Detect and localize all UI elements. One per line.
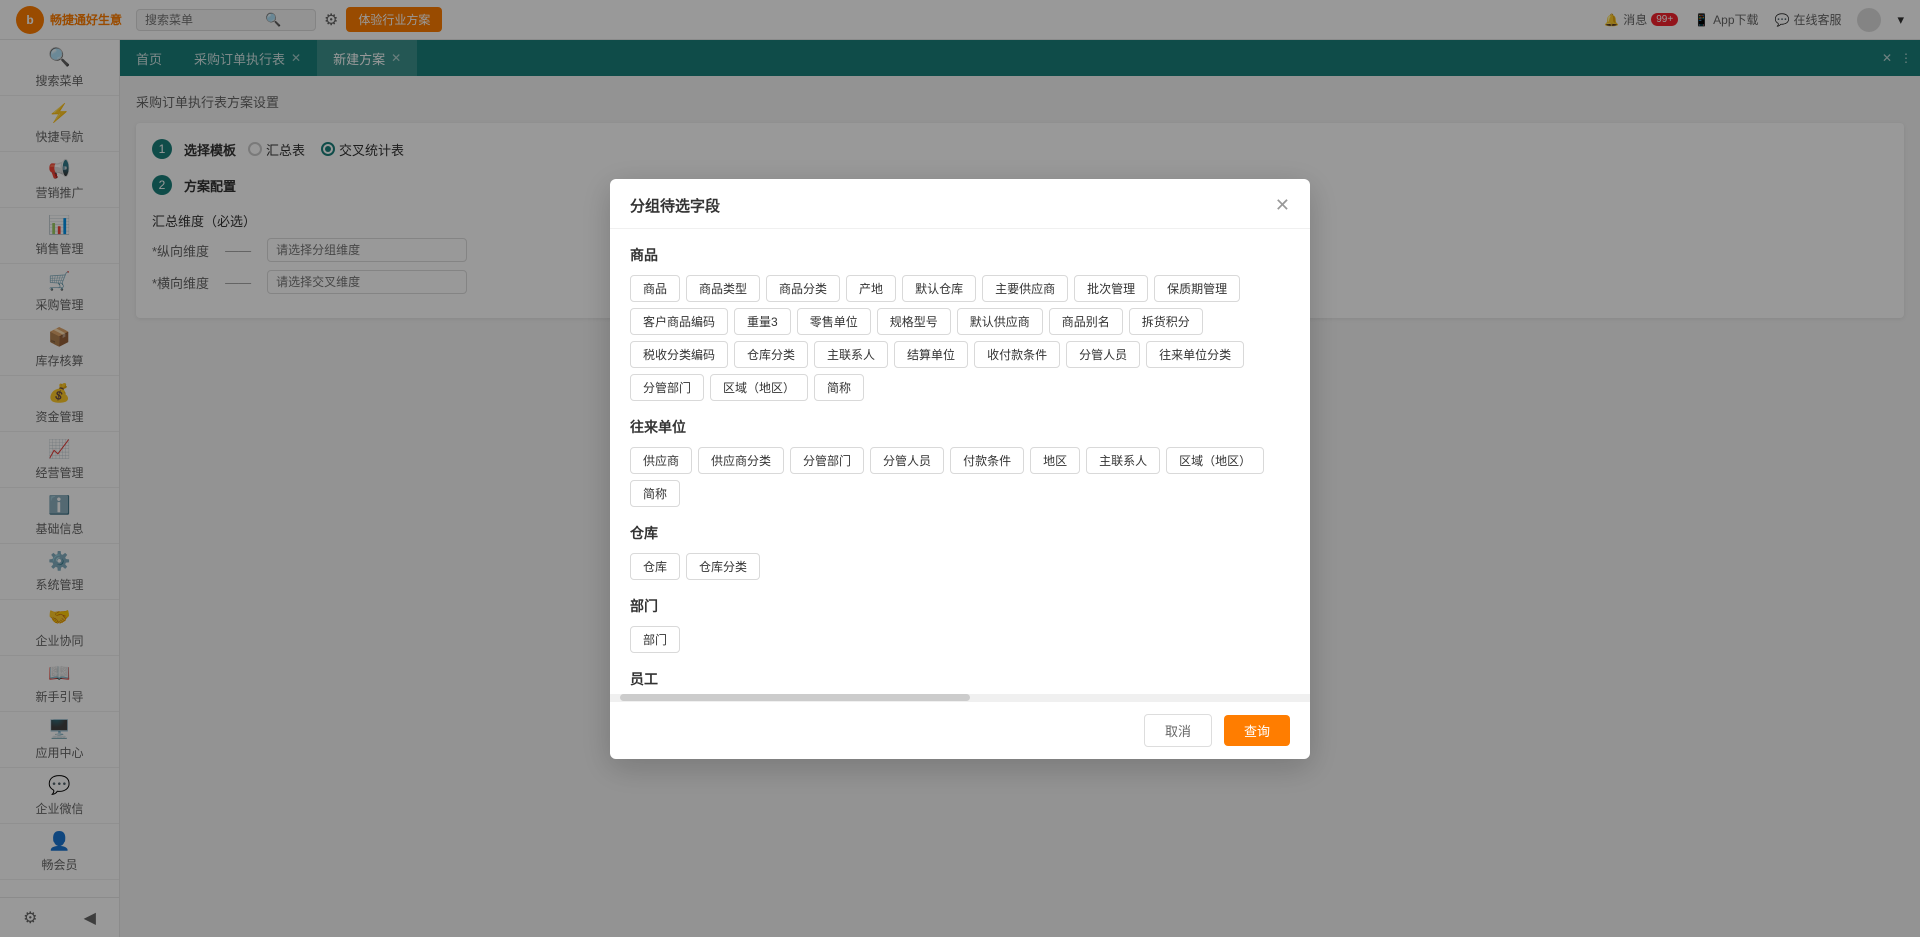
field-tag-1-4[interactable]: 付款条件 <box>950 447 1024 474</box>
modal-body[interactable]: 商品 商品商品类型商品分类产地默认仓库主要供应商批次管理保质期管理客户商品编码重… <box>610 229 1310 695</box>
modal-footer: 取消 查询 <box>610 701 1310 759</box>
field-tag-2-0[interactable]: 仓库 <box>630 553 680 580</box>
field-tag-0-10[interactable]: 零售单位 <box>797 308 871 335</box>
field-tag-0-20[interactable]: 分管人员 <box>1066 341 1140 368</box>
field-tag-0-9[interactable]: 重量3 <box>734 308 791 335</box>
field-tag-1-8[interactable]: 简称 <box>630 480 680 507</box>
field-tag-0-7[interactable]: 保质期管理 <box>1154 275 1240 302</box>
field-tag-0-12[interactable]: 默认供应商 <box>957 308 1043 335</box>
field-tag-0-11[interactable]: 规格型号 <box>877 308 951 335</box>
section-title-3: 部门 <box>630 596 1290 616</box>
field-section-1: 往来单位 供应商供应商分类分管部门分管人员付款条件地区主联系人区域（地区） 简称 <box>630 417 1290 507</box>
field-tags-1: 供应商供应商分类分管部门分管人员付款条件地区主联系人区域（地区） 简称 <box>630 447 1290 507</box>
field-tag-0-18[interactable]: 结算单位 <box>894 341 968 368</box>
section-title-4: 员工 <box>630 669 1290 689</box>
field-tag-0-22[interactable]: 分管部门 <box>630 374 704 401</box>
field-tag-0-13[interactable]: 商品别名 <box>1049 308 1123 335</box>
field-tags-0: 商品商品类型商品分类产地默认仓库主要供应商批次管理保质期管理客户商品编码重量3零… <box>630 275 1290 401</box>
field-tag-0-6[interactable]: 批次管理 <box>1074 275 1148 302</box>
modal-overlay: 分组待选字段 ✕ 商品 商品商品类型商品分类产地默认仓库主要供应商批次管理保质期… <box>0 0 1920 937</box>
section-title-0: 商品 <box>630 245 1290 265</box>
field-tag-0-16[interactable]: 仓库分类 <box>734 341 808 368</box>
field-tag-1-1[interactable]: 供应商分类 <box>698 447 784 474</box>
field-tag-3-0[interactable]: 部门 <box>630 626 680 653</box>
section-title-2: 仓库 <box>630 523 1290 543</box>
field-section-2: 仓库 仓库仓库分类 <box>630 523 1290 580</box>
field-tag-0-17[interactable]: 主联系人 <box>814 341 888 368</box>
modal-header: 分组待选字段 ✕ <box>610 179 1310 229</box>
modal-dialog: 分组待选字段 ✕ 商品 商品商品类型商品分类产地默认仓库主要供应商批次管理保质期… <box>610 179 1310 759</box>
field-tag-1-5[interactable]: 地区 <box>1030 447 1080 474</box>
field-tags-2: 仓库仓库分类 <box>630 553 1290 580</box>
field-tag-1-3[interactable]: 分管人员 <box>870 447 944 474</box>
field-tag-0-1[interactable]: 商品类型 <box>686 275 760 302</box>
confirm-button[interactable]: 查询 <box>1224 715 1290 746</box>
field-section-0: 商品 商品商品类型商品分类产地默认仓库主要供应商批次管理保质期管理客户商品编码重… <box>630 245 1290 401</box>
modal-close-btn[interactable]: ✕ <box>1275 195 1290 216</box>
modal-hscroll-thumb <box>620 694 970 700</box>
field-tag-0-19[interactable]: 收付款条件 <box>974 341 1060 368</box>
field-section-3: 部门 部门 <box>630 596 1290 653</box>
field-tag-1-2[interactable]: 分管部门 <box>790 447 864 474</box>
field-tag-0-24[interactable]: 简称 <box>814 374 864 401</box>
field-tag-0-21[interactable]: 往来单位分类 <box>1146 341 1244 368</box>
field-tag-0-0[interactable]: 商品 <box>630 275 680 302</box>
field-tag-0-4[interactable]: 默认仓库 <box>902 275 976 302</box>
field-tag-1-7[interactable]: 区域（地区） <box>1166 447 1264 474</box>
field-tag-0-5[interactable]: 主要供应商 <box>982 275 1068 302</box>
modal-title: 分组待选字段 <box>630 195 720 216</box>
field-tag-0-14[interactable]: 拆货积分 <box>1129 308 1203 335</box>
field-tag-0-23[interactable]: 区域（地区） <box>710 374 808 401</box>
field-tag-0-2[interactable]: 商品分类 <box>766 275 840 302</box>
field-tag-1-6[interactable]: 主联系人 <box>1086 447 1160 474</box>
field-tag-0-8[interactable]: 客户商品编码 <box>630 308 728 335</box>
field-section-4: 员工 业务员 <box>630 669 1290 695</box>
section-title-1: 往来单位 <box>630 417 1290 437</box>
field-tag-0-3[interactable]: 产地 <box>846 275 896 302</box>
field-tags-3: 部门 <box>630 626 1290 653</box>
field-tag-0-15[interactable]: 税收分类编码 <box>630 341 728 368</box>
field-tag-1-0[interactable]: 供应商 <box>630 447 692 474</box>
cancel-button[interactable]: 取消 <box>1144 714 1212 747</box>
modal-hscroll[interactable] <box>610 694 1310 700</box>
field-tag-2-1[interactable]: 仓库分类 <box>686 553 760 580</box>
